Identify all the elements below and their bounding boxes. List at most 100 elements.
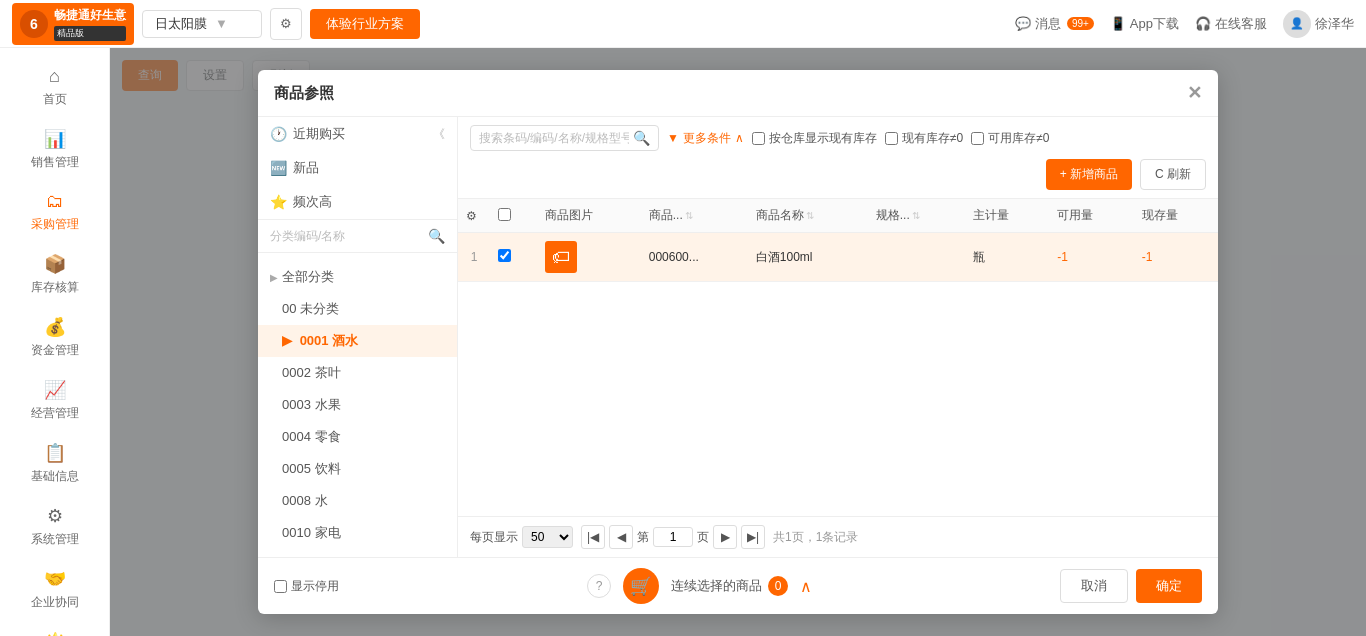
row-checkbox-cell — [490, 233, 537, 282]
online-service-item[interactable]: 🎧 在线客服 — [1195, 15, 1267, 33]
per-page-select[interactable]: 50 100 200 — [522, 526, 573, 548]
sidebar-item-purchase[interactable]: 🗂 采购管理 — [0, 181, 109, 243]
sort-icon-spec[interactable]: ⇅ — [912, 210, 920, 221]
product-search-icon[interactable]: 🔍 — [633, 130, 650, 146]
product-table-container: ⚙ 商品图片 — [458, 199, 1218, 516]
page-navigation: |◀ ◀ 第 页 ▶ ▶| — [581, 525, 765, 549]
category-snack-label: 0004 零食 — [282, 429, 341, 444]
category-search-icon[interactable]: 🔍 — [428, 228, 445, 244]
filter-icon: ▼ — [667, 131, 679, 145]
refresh-button[interactable]: C 刷新 — [1140, 159, 1206, 190]
row-spec-cell — [868, 233, 965, 282]
confirm-button[interactable]: 确定 — [1136, 569, 1202, 603]
sidebar-item-sales[interactable]: 📊 销售管理 — [0, 118, 109, 181]
page-number-input[interactable] — [653, 527, 693, 547]
sidebar-item-operations[interactable]: 📈 经营管理 — [0, 369, 109, 432]
col-spec: 规格... ⇅ — [868, 199, 965, 233]
category-tea[interactable]: 0002 茶叶 — [258, 357, 457, 389]
sort-icon-name[interactable]: ⇅ — [806, 210, 814, 221]
category-tea-label: 0002 茶叶 — [282, 365, 341, 380]
app-download-item[interactable]: 📱 App下载 — [1110, 15, 1179, 33]
settings-col-icon[interactable]: ⚙ — [466, 209, 477, 223]
checkbox-current-stock-input[interactable] — [885, 132, 898, 145]
left-tab-new[interactable]: 🆕 新品 — [258, 151, 457, 185]
enterprise-icon: 🤝 — [44, 568, 66, 590]
category-water[interactable]: 0008 水 — [258, 485, 457, 517]
cancel-button[interactable]: 取消 — [1060, 569, 1128, 603]
phone-icon: 📱 — [1110, 16, 1126, 31]
cart-button[interactable]: 🛒 — [623, 568, 659, 604]
left-tab-frequent[interactable]: ⭐ 频次高 — [258, 185, 457, 219]
category-list: ▶ 全部分类 00 未分类 ▶ 0001 酒水 0002 茶 — [258, 253, 457, 557]
left-tab-recent[interactable]: 🕐 近期购买 《 — [258, 117, 457, 151]
username-label: 徐泽华 — [1315, 15, 1354, 33]
checkbox-available-stock[interactable]: 可用库存≠0 — [971, 130, 1049, 147]
row-available: -1 — [1057, 250, 1068, 264]
show-disabled-checkbox[interactable] — [274, 580, 287, 593]
category-snack[interactable]: 0004 零食 — [258, 421, 457, 453]
show-disabled-checkbox-label[interactable]: 显示停用 — [274, 578, 339, 595]
category-all[interactable]: ▶ 全部分类 — [258, 261, 457, 293]
first-page-button[interactable]: |◀ — [581, 525, 605, 549]
row-checkbox[interactable] — [498, 249, 511, 262]
prev-page-button[interactable]: ◀ — [609, 525, 633, 549]
row-available-cell: -1 — [1049, 233, 1133, 282]
gear-button[interactable]: ⚙ — [270, 8, 302, 40]
continuous-label-text: 连续选择的商品 — [671, 577, 762, 595]
category-search-input[interactable] — [270, 229, 424, 243]
col-code-label: 商品... — [649, 207, 683, 224]
checkbox-current-stock[interactable]: 现有库存≠0 — [885, 130, 963, 147]
sidebar-item-system[interactable]: ⚙ 系统管理 — [0, 495, 109, 558]
category-unclassified[interactable]: 00 未分类 — [258, 293, 457, 325]
category-beverage-label: 0005 饮料 — [282, 461, 341, 476]
table-row[interactable]: 1 🏷 000600... — [458, 233, 1218, 282]
row-image-cell: 🏷 — [537, 233, 641, 282]
next-page-button[interactable]: ▶ — [713, 525, 737, 549]
sidebar-label-operations: 经营管理 — [31, 405, 79, 422]
category-fruit[interactable]: 0003 水果 — [258, 389, 457, 421]
product-search-box: 🔍 — [470, 125, 659, 151]
filter-arrow-icon: ∧ — [735, 131, 744, 145]
sidebar-label-home: 首页 — [43, 91, 67, 108]
messages-item[interactable]: 💬 消息 99+ — [1015, 15, 1094, 33]
right-panel: 🔍 ▼ 更多条件 ∧ 按仓库显示现有库存 — [458, 117, 1218, 557]
checkbox-available-stock-label: 可用库存≠0 — [988, 130, 1049, 147]
category-appliance[interactable]: 0010 家电 — [258, 517, 457, 549]
checkbox-available-stock-input[interactable] — [971, 132, 984, 145]
sidebar-item-guide[interactable]: 🌟 新手引导 — [0, 621, 109, 636]
experience-button[interactable]: 体验行业方案 — [310, 9, 420, 39]
product-search-input[interactable] — [479, 131, 629, 145]
sidebar-item-enterprise[interactable]: 🤝 企业协同 — [0, 558, 109, 621]
sidebar-item-home[interactable]: ⌂ 首页 — [0, 56, 109, 118]
user-item[interactable]: 👤 徐泽华 — [1283, 10, 1354, 38]
main-layout: ⌂ 首页 📊 销售管理 🗂 采购管理 📦 库存核算 💰 资金管理 📈 经营管理 … — [0, 48, 1366, 636]
category-liquor[interactable]: ▶ 0001 酒水 — [258, 325, 457, 357]
add-product-button[interactable]: + 新增商品 — [1046, 159, 1132, 190]
col-image: 商品图片 — [537, 199, 641, 233]
checkbox-warehouse-stock[interactable]: 按仓库显示现有库存 — [752, 130, 877, 147]
left-panel: 🕐 近期购买 《 🆕 新品 ⭐ 频次高 — [258, 117, 458, 557]
sidebar-item-finance[interactable]: 💰 资金管理 — [0, 306, 109, 369]
sidebar-label-enterprise: 企业协同 — [31, 594, 79, 611]
guide-icon: 🌟 — [44, 631, 66, 636]
footer-collapse-arrow[interactable]: ∧ — [800, 577, 812, 596]
nav-selector[interactable]: 日太阳膜 ▼ — [142, 10, 262, 38]
sidebar-item-basic-info[interactable]: 📋 基础信息 — [0, 432, 109, 495]
basic-info-icon: 📋 — [44, 442, 66, 464]
checkbox-warehouse-stock-input[interactable] — [752, 132, 765, 145]
select-all-checkbox[interactable] — [498, 208, 511, 221]
category-beverage[interactable]: 0005 饮料 — [258, 453, 457, 485]
category-appliance-label: 0010 家电 — [282, 525, 341, 540]
help-button[interactable]: ? — [587, 574, 611, 598]
sidebar-item-inventory[interactable]: 📦 库存核算 — [0, 243, 109, 306]
left-panel-collapse-btn[interactable]: 《 — [433, 126, 445, 143]
category-all-label: 全部分类 — [282, 268, 334, 286]
sort-icon-code[interactable]: ⇅ — [685, 210, 693, 221]
filter-button[interactable]: ▼ 更多条件 ∧ — [667, 130, 744, 147]
col-settings: ⚙ — [458, 199, 490, 233]
topbar-right: 💬 消息 99+ 📱 App下载 🎧 在线客服 👤 徐泽华 — [1015, 10, 1354, 38]
category-search-box: 🔍 — [258, 220, 457, 253]
modal-close-button[interactable]: ✕ — [1187, 82, 1202, 104]
col-unit-label: 主计量 — [973, 207, 1009, 224]
last-page-button[interactable]: ▶| — [741, 525, 765, 549]
